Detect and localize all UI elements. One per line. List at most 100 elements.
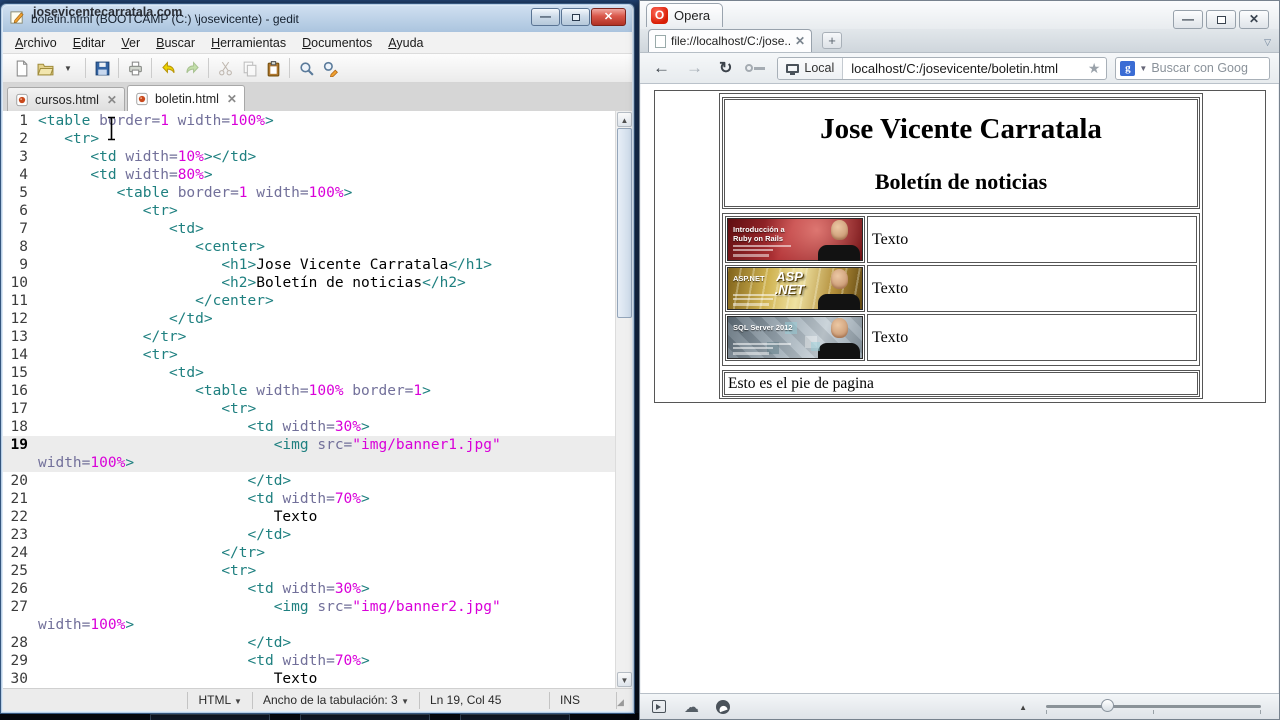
- paste-icon[interactable]: [261, 57, 285, 79]
- opera-menu-button[interactable]: O Opera: [646, 3, 724, 27]
- tab-list-chevron-icon[interactable]: ▽: [1264, 37, 1271, 48]
- replace-icon[interactable]: [318, 57, 342, 79]
- menu-buscar[interactable]: Buscar: [148, 33, 203, 53]
- menu-archivo[interactable]: Archivo: [7, 33, 65, 53]
- tab-width-selector[interactable]: Ancho de la tabulación: 3 ▼: [251, 691, 419, 709]
- code-line[interactable]: 30 Texto: [3, 670, 615, 688]
- code-line[interactable]: 6 <tr>: [3, 202, 615, 220]
- code-line[interactable]: 15 <td>: [3, 364, 615, 382]
- code-line[interactable]: 17 <tr>: [3, 400, 615, 418]
- scroll-down-icon[interactable]: ▼: [617, 672, 632, 687]
- copy-icon[interactable]: [237, 57, 261, 79]
- doc-new-icon[interactable]: [9, 57, 33, 79]
- scroll-up-icon[interactable]: ▲: [617, 112, 632, 127]
- search-icon[interactable]: [294, 57, 318, 79]
- code-line[interactable]: 2 <tr>: [3, 130, 615, 148]
- code-line-wrap[interactable]: width=100%>: [3, 454, 615, 472]
- dropdown-icon[interactable]: ▼: [57, 57, 81, 79]
- code-line[interactable]: 26 <td width=30%>: [3, 580, 615, 598]
- code-line[interactable]: 18 <td width=30%>: [3, 418, 615, 436]
- save-icon[interactable]: [90, 57, 114, 79]
- tab-close-icon[interactable]: ✕: [795, 34, 805, 48]
- browser-tab[interactable]: file://localhost/C:/jose... ✕: [648, 29, 812, 52]
- line-number: 17: [10, 401, 28, 417]
- code-line[interactable]: 19 <img src="img/banner1.jpg": [3, 436, 615, 454]
- zoom-slider-thumb[interactable]: [1101, 699, 1114, 712]
- code-editor[interactable]: 1 <table border=1 width=100%> 2 <tr> 3 <td …: [3, 111, 632, 688]
- menu-herramientas[interactable]: Herramientas: [203, 33, 294, 53]
- code-line[interactable]: 4 <td width=80%>: [3, 166, 615, 184]
- fit-width-icon[interactable]: ▲: [1019, 703, 1027, 712]
- line-number: 11: [10, 293, 28, 309]
- opera-titlebar[interactable]: O Opera — ✕: [640, 1, 1279, 29]
- code-line[interactable]: 14 <tr>: [3, 346, 615, 364]
- redo-icon[interactable]: [180, 57, 204, 79]
- code-line[interactable]: 16 <table width=100% border=1>: [3, 382, 615, 400]
- key-icon[interactable]: [745, 64, 766, 72]
- minimize-button[interactable]: —: [531, 8, 560, 26]
- code-line-wrap[interactable]: width=100%>: [3, 616, 615, 634]
- opera-turbo-icon[interactable]: [716, 700, 730, 714]
- search-engine-chevron-icon[interactable]: ▼: [1139, 64, 1147, 73]
- close-button[interactable]: ✕: [1239, 10, 1269, 29]
- code-line[interactable]: 1 <table border=1 width=100%>: [3, 112, 615, 130]
- forward-button[interactable]: →: [686, 58, 703, 78]
- editor-tab-cursos.html[interactable]: cursos.html ✕: [7, 87, 125, 111]
- print-icon[interactable]: [123, 57, 147, 79]
- code-line[interactable]: 5 <table border=1 width=100%>: [3, 184, 615, 202]
- editor-scrollbar[interactable]: ▲ ▼: [615, 111, 632, 688]
- bookmark-star-icon[interactable]: ★: [1082, 60, 1107, 77]
- code-line[interactable]: 12 </td>: [3, 310, 615, 328]
- gedit-titlebar[interactable]: boletin.html (BOOTCAMP (C:) \josevicente…: [1, 4, 634, 31]
- editor-tab-boletin.html[interactable]: boletin.html ✕: [126, 85, 245, 111]
- code-line[interactable]: 28 </td>: [3, 634, 615, 652]
- scrollbar-thumb[interactable]: [617, 128, 632, 318]
- code-line[interactable]: 20 </td>: [3, 472, 615, 490]
- code-line[interactable]: 9 <h1>Jose Vicente Carratala</h1>: [3, 256, 615, 274]
- search-box[interactable]: g ▼ Buscar con Goog: [1115, 56, 1271, 80]
- menu-editar[interactable]: Editar: [65, 33, 114, 53]
- close-button[interactable]: ✕: [591, 8, 626, 26]
- code-line[interactable]: 25 <tr>: [3, 562, 615, 580]
- code-line[interactable]: 27 <img src="img/banner2.jpg": [3, 598, 615, 616]
- line-number: 2: [19, 131, 28, 147]
- code-line[interactable]: 3 <td width=10%></td>: [3, 148, 615, 166]
- code-line[interactable]: 21 <td width=70%>: [3, 490, 615, 508]
- new-tab-button[interactable]: +: [822, 32, 842, 49]
- code-line[interactable]: 24 </tr>: [3, 544, 615, 562]
- gedit-app-icon: [10, 10, 25, 25]
- tab-close-icon[interactable]: ✕: [107, 93, 117, 107]
- language-selector[interactable]: HTML ▼: [187, 691, 252, 709]
- code-line[interactable]: 7 <td>: [3, 220, 615, 238]
- news-row: ASP.NET ASP .NET Texto: [725, 265, 1197, 312]
- zoom-slider[interactable]: [1046, 699, 1261, 714]
- maximize-button[interactable]: [1206, 10, 1236, 29]
- back-button[interactable]: ←: [653, 58, 670, 78]
- address-bar[interactable]: Local localhost/C:/josevicente/boletin.h…: [777, 56, 1108, 80]
- menu-documentos[interactable]: Documentos: [294, 33, 380, 53]
- line-number: 19: [3, 436, 35, 454]
- opera-link-cloud-icon[interactable]: ☁: [684, 698, 699, 716]
- code-line[interactable]: 11 </center>: [3, 292, 615, 310]
- banner-cell: ASP.NET ASP .NET: [725, 265, 865, 312]
- code-line[interactable]: 13 </tr>: [3, 328, 615, 346]
- folder-open-icon[interactable]: [33, 57, 57, 79]
- reload-button[interactable]: ↻: [719, 58, 732, 78]
- cut-icon[interactable]: [213, 57, 237, 79]
- code-line[interactable]: 22 Texto: [3, 508, 615, 526]
- tab-close-icon[interactable]: ✕: [227, 92, 237, 106]
- maximize-button[interactable]: [561, 8, 590, 26]
- minimize-button[interactable]: —: [1173, 10, 1203, 29]
- resize-grip[interactable]: ◢: [617, 697, 629, 709]
- menu-ver[interactable]: Ver: [113, 33, 148, 53]
- code-line[interactable]: 10 <h2>Boletín de noticias</h2>: [3, 274, 615, 292]
- menu-ayuda[interactable]: Ayuda: [380, 33, 431, 53]
- code-line[interactable]: 8 <center>: [3, 238, 615, 256]
- undo-icon[interactable]: [156, 57, 180, 79]
- panels-toggle-icon[interactable]: [652, 700, 666, 713]
- code-line[interactable]: 29 <td width=70%>: [3, 652, 615, 670]
- search-placeholder[interactable]: Buscar con Goog: [1151, 61, 1248, 75]
- url-text[interactable]: localhost/C:/josevicente/boletin.html: [843, 61, 1082, 76]
- code-line[interactable]: 23 </td>: [3, 526, 615, 544]
- code-lines[interactable]: 1 <table border=1 width=100%> 2 <tr> 3 <td …: [3, 112, 615, 688]
